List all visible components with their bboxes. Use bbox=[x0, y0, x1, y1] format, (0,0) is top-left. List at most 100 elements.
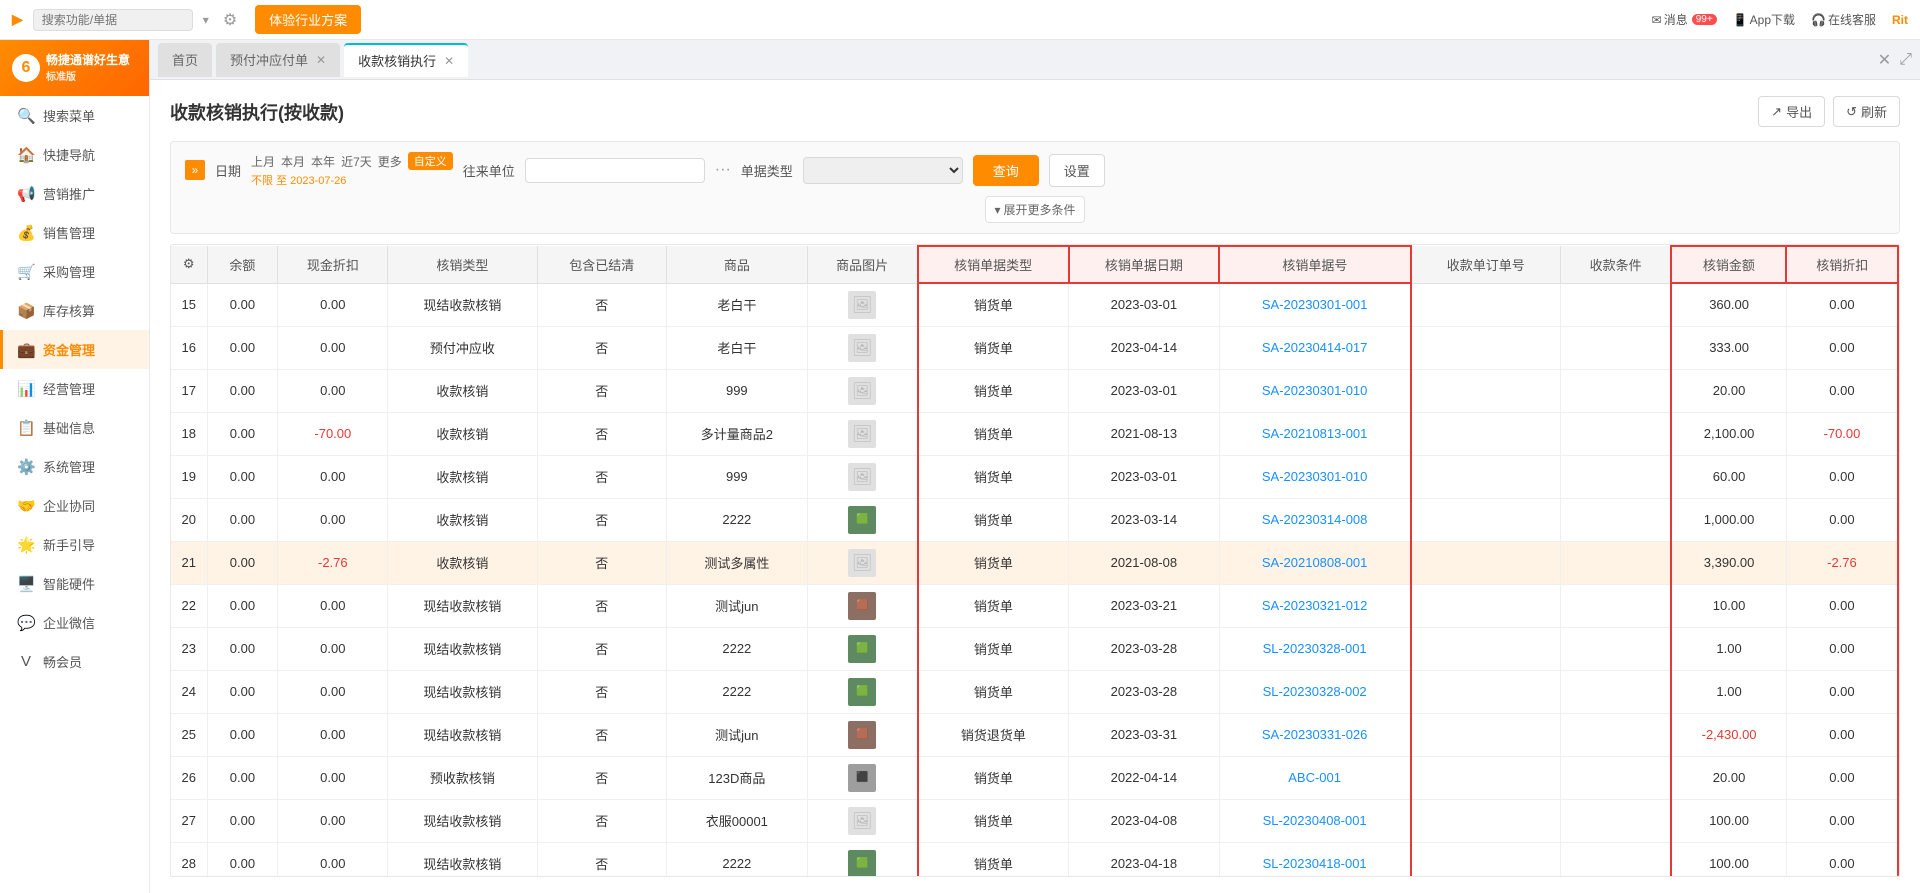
sidebar-item-wechat[interactable]: 💬 企业微信 bbox=[0, 603, 149, 642]
tab-home-label: 首页 bbox=[172, 50, 198, 69]
date-this-year[interactable]: 本年 bbox=[311, 153, 335, 170]
sidebar-item-quicknav[interactable]: 🏠 快捷导航 bbox=[0, 135, 149, 174]
cell-voucher-no[interactable]: SA-20230301-010 bbox=[1219, 369, 1410, 412]
cell-voucher-no[interactable]: SL-20230328-001 bbox=[1219, 627, 1410, 670]
product-image: 🖼 bbox=[848, 334, 876, 362]
cell-no: 28 bbox=[171, 842, 207, 877]
sidebar-item-guide[interactable]: 🌟 新手引导 bbox=[0, 525, 149, 564]
th-voucher-no: 核销单据号 bbox=[1219, 246, 1410, 283]
user-name[interactable]: Rit bbox=[1892, 13, 1908, 27]
tab-home[interactable]: 首页 bbox=[158, 43, 212, 77]
cell-voucher-no[interactable]: SA-20210813-001 bbox=[1219, 412, 1410, 455]
cell-voucher-no[interactable]: SA-20230301-010 bbox=[1219, 455, 1410, 498]
tab-close-btn[interactable]: ✕ bbox=[1878, 50, 1891, 70]
cell-voucher-no[interactable]: SL-20230408-001 bbox=[1219, 799, 1410, 842]
sidebar-item-hardware[interactable]: 🖥️ 智能硬件 bbox=[0, 564, 149, 603]
cell-voucher-no[interactable]: SA-20210808-001 bbox=[1219, 541, 1410, 584]
sidebar-item-inventory[interactable]: 📦 库存核算 bbox=[0, 291, 149, 330]
cell-cash-discount: 0.00 bbox=[278, 670, 388, 713]
sidebar-label-search: 搜索菜单 bbox=[43, 106, 95, 125]
settings-icon[interactable]: ⚙ bbox=[223, 10, 237, 30]
messages-link[interactable]: ✉ 消息 99+ bbox=[1652, 11, 1717, 28]
table-row: 28 0.00 0.00 现结收款核销 否 2222 🟩 销货单 2023-04… bbox=[171, 842, 1898, 877]
phone-icon: 📱 bbox=[1733, 13, 1748, 27]
voucher-type-select[interactable] bbox=[803, 157, 963, 184]
cell-goods-img: 🟩 bbox=[807, 842, 918, 877]
cell-voucher-type: 销货单 bbox=[918, 799, 1069, 842]
tab-receipt-close[interactable]: ✕ bbox=[444, 54, 454, 68]
cell-voucher-date: 2023-03-01 bbox=[1069, 369, 1220, 412]
sidebar-item-corp[interactable]: 🤝 企业协同 bbox=[0, 486, 149, 525]
cell-voucher-no[interactable]: SA-20230331-026 bbox=[1219, 713, 1410, 756]
cell-balance: 0.00 bbox=[207, 713, 278, 756]
cell-goods: 2222 bbox=[667, 627, 807, 670]
app-download-link[interactable]: 📱 App下载 bbox=[1733, 11, 1795, 28]
date-this-month[interactable]: 本月 bbox=[281, 153, 305, 170]
top-search-input[interactable] bbox=[33, 9, 193, 31]
date-last-month[interactable]: 上月 bbox=[251, 153, 275, 170]
date-7days[interactable]: 近7天 bbox=[341, 153, 372, 170]
sidebar-item-operations[interactable]: 📊 经营管理 bbox=[0, 369, 149, 408]
cell-voucher-type: 销货单 bbox=[918, 326, 1069, 369]
cell-verify-amount: 1.00 bbox=[1671, 627, 1786, 670]
tab-prepay-close[interactable]: ✕ bbox=[316, 53, 326, 67]
from-unit-dots[interactable]: ··· bbox=[715, 161, 731, 179]
date-label: 日期 bbox=[215, 161, 241, 180]
top-bar: ▶ ▾ ⚙ 体验行业方案 ✉ 消息 99+ 📱 App下载 🎧 在线客服 Rit bbox=[0, 0, 1920, 40]
table-row: 26 0.00 0.00 预收款核销 否 123D商品 ⬛ 销货单 2022-0… bbox=[171, 756, 1898, 799]
cell-voucher-type: 销货单 bbox=[918, 541, 1069, 584]
product-image: 🟫 bbox=[848, 592, 876, 620]
cell-voucher-no[interactable]: ABC-001 bbox=[1219, 756, 1410, 799]
sidebar-item-marketing[interactable]: 📢 营销推广 bbox=[0, 174, 149, 213]
cell-goods: 999 bbox=[667, 369, 807, 412]
sidebar-item-purchase[interactable]: 🛒 采购管理 bbox=[0, 252, 149, 291]
th-voucher-type: 核销单据类型 bbox=[918, 246, 1069, 283]
sidebar-item-finance[interactable]: 💼 资金管理 bbox=[0, 330, 149, 369]
sidebar-item-basic[interactable]: 📋 基础信息 bbox=[0, 408, 149, 447]
cell-verify-type: 预付冲应收 bbox=[388, 326, 537, 369]
cell-no: 23 bbox=[171, 627, 207, 670]
cell-verify-discount: 0.00 bbox=[1786, 713, 1898, 756]
refresh-button[interactable]: ↺ 刷新 bbox=[1833, 96, 1900, 127]
online-service-link[interactable]: 🎧 在线客服 bbox=[1811, 11, 1876, 28]
filter-expand-button[interactable]: » bbox=[185, 160, 205, 180]
from-unit-input[interactable] bbox=[525, 158, 705, 183]
cell-cash-discount: -70.00 bbox=[278, 412, 388, 455]
sidebar-label-finance: 资金管理 bbox=[43, 340, 95, 359]
cell-verify-amount: 10.00 bbox=[1671, 584, 1786, 627]
sidebar-item-sales[interactable]: 💰 销售管理 bbox=[0, 213, 149, 252]
cell-voucher-no[interactable]: SA-20230414-017 bbox=[1219, 326, 1410, 369]
date-custom[interactable]: 自定义 bbox=[408, 152, 453, 170]
date-more[interactable]: 更多 bbox=[378, 153, 402, 170]
sidebar-item-search[interactable]: 🔍 搜索菜单 bbox=[0, 96, 149, 135]
product-image: 🟩 bbox=[848, 635, 876, 663]
th-gear[interactable]: ⚙ bbox=[171, 246, 207, 283]
cell-voucher-no[interactable]: SL-20230328-002 bbox=[1219, 670, 1410, 713]
expand-more-button[interactable]: ▾ 展开更多条件 bbox=[985, 196, 1084, 223]
cell-voucher-no[interactable]: SA-20230301-001 bbox=[1219, 283, 1410, 326]
cell-include-settled: 否 bbox=[537, 842, 667, 877]
cell-voucher-no[interactable]: SA-20230314-008 bbox=[1219, 498, 1410, 541]
cell-goods: 测试jun bbox=[667, 713, 807, 756]
cell-voucher-no[interactable]: SL-20230418-001 bbox=[1219, 842, 1410, 877]
date-links: 上月 本月 本年 近7天 更多 自定义 bbox=[251, 152, 453, 170]
cell-voucher-no[interactable]: SA-20230321-012 bbox=[1219, 584, 1410, 627]
tab-prepay[interactable]: 预付冲应付单 ✕ bbox=[216, 43, 340, 77]
tab-actions: ✕ ⤢ bbox=[1878, 50, 1912, 70]
cell-cash-discount: 0.00 bbox=[278, 627, 388, 670]
cell-cash-discount: 0.00 bbox=[278, 584, 388, 627]
export-button[interactable]: ↗ 导出 bbox=[1758, 96, 1825, 127]
table-row: 16 0.00 0.00 预付冲应收 否 老白干 🖼 销货单 2023-04-1… bbox=[171, 326, 1898, 369]
sidebar-item-system[interactable]: ⚙️ 系统管理 bbox=[0, 447, 149, 486]
cell-goods-img: 🖼 bbox=[807, 799, 918, 842]
settings-button[interactable]: 设置 bbox=[1049, 154, 1105, 187]
query-button[interactable]: 查询 bbox=[973, 155, 1039, 186]
solution-button[interactable]: 体验行业方案 bbox=[255, 5, 361, 34]
sidebar-item-member[interactable]: V 畅会员 bbox=[0, 642, 149, 681]
cell-no: 16 bbox=[171, 326, 207, 369]
search-dropdown-icon[interactable]: ▾ bbox=[203, 13, 209, 27]
tab-receipt[interactable]: 收款核销执行 ✕ bbox=[344, 43, 468, 77]
sidebar-label-basic: 基础信息 bbox=[43, 418, 95, 437]
tab-expand-btn[interactable]: ⤢ bbox=[1899, 51, 1912, 69]
cell-no: 21 bbox=[171, 541, 207, 584]
